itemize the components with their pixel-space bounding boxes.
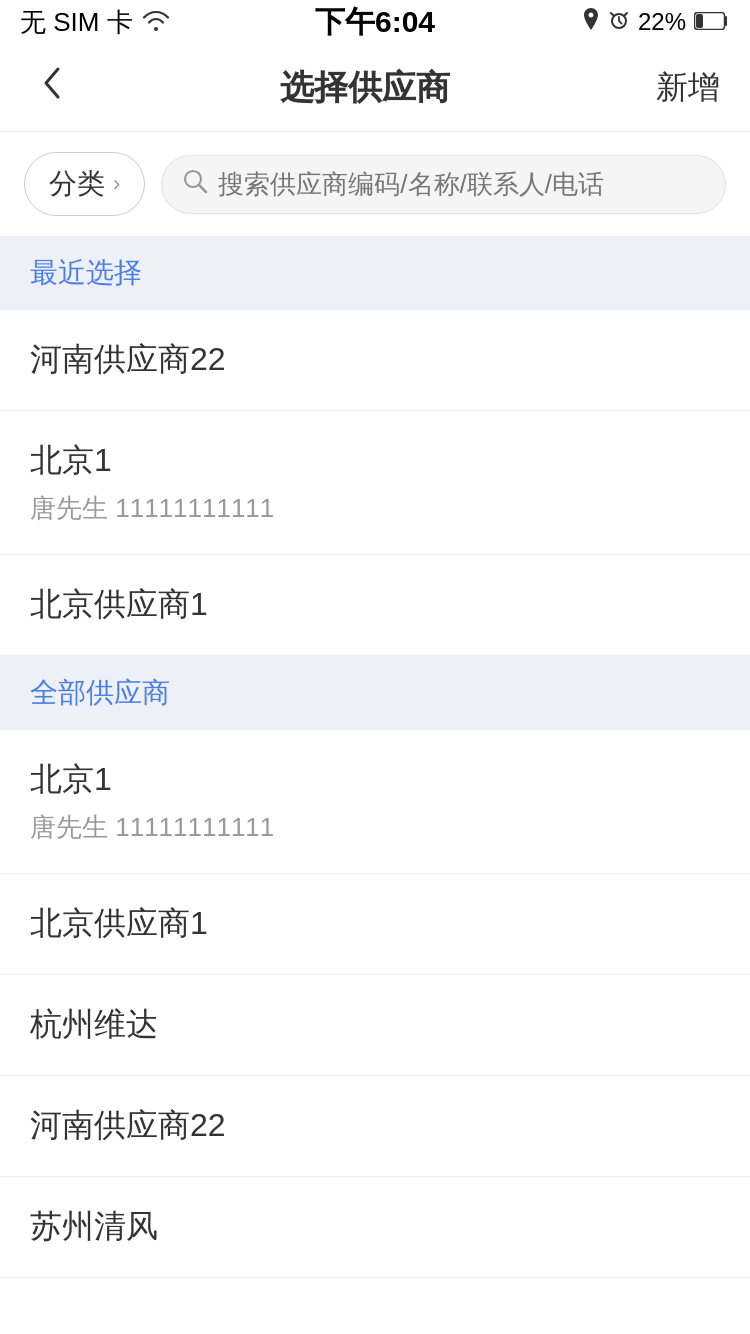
alarm-icon — [608, 8, 630, 36]
status-bar: 无 SIM 卡 下午6:04 22% — [0, 0, 750, 44]
category-label: 分类 — [49, 165, 105, 203]
search-input[interactable] — [218, 169, 705, 200]
search-box — [161, 155, 726, 214]
status-left: 无 SIM 卡 — [20, 5, 171, 40]
item-sub: 唐先生 11111111111 — [30, 491, 720, 526]
add-button[interactable]: 新增 — [656, 66, 720, 110]
list-item[interactable]: 北京供应商1 — [0, 555, 750, 656]
list-item[interactable]: 河南供应商22 — [0, 310, 750, 411]
item-name: 北京1 — [30, 439, 720, 483]
status-time: 下午6:04 — [315, 2, 435, 43]
list-item[interactable]: 北京1 唐先生 11111111111 — [0, 730, 750, 874]
item-name: 北京供应商1 — [30, 583, 720, 627]
carrier-label: 无 SIM 卡 — [20, 5, 133, 40]
battery-label: 22% — [638, 8, 686, 36]
item-name: 苏州清风 — [30, 1205, 720, 1249]
filter-bar: 分类 › — [0, 132, 750, 236]
item-name: 河南供应商22 — [30, 1104, 720, 1148]
recent-list: 河南供应商22 北京1 唐先生 11111111111 北京供应商1 — [0, 310, 750, 656]
recent-section-header: 最近选择 — [0, 236, 750, 310]
wifi-icon — [141, 7, 171, 38]
battery-icon — [694, 8, 730, 36]
category-button[interactable]: 分类 › — [24, 152, 145, 216]
item-name: 北京供应商1 — [30, 902, 720, 946]
list-item[interactable]: 河南供应商22 — [0, 1076, 750, 1177]
list-item[interactable]: 杭州维达 — [0, 975, 750, 1076]
all-section-label: 全部供应商 — [30, 677, 170, 708]
page-title: 选择供应商 — [280, 65, 450, 111]
chevron-right-icon: › — [113, 171, 120, 197]
list-item[interactable]: 北京供应商1 — [0, 874, 750, 975]
all-list: 北京1 唐先生 11111111111 北京供应商1 杭州维达河南供应商22 苏州清风 — [0, 730, 750, 1278]
list-item[interactable]: 北京1 唐先生 11111111111 — [0, 411, 750, 555]
nav-bar: 选择供应商 新增 — [0, 44, 750, 132]
item-name: 北京1 — [30, 758, 720, 802]
back-button[interactable] — [30, 53, 74, 122]
all-section-header: 全部供应商 — [0, 656, 750, 730]
recent-section-label: 最近选择 — [30, 257, 142, 288]
search-icon — [182, 168, 208, 201]
location-icon — [582, 8, 600, 36]
svg-rect-2 — [696, 14, 703, 28]
item-name: 杭州维达 — [30, 1003, 720, 1047]
item-name: 河南供应商22 — [30, 338, 720, 382]
item-sub: 唐先生 11111111111 — [30, 810, 720, 845]
list-item[interactable]: 苏州清风 — [0, 1177, 750, 1278]
status-right: 22% — [582, 8, 730, 36]
